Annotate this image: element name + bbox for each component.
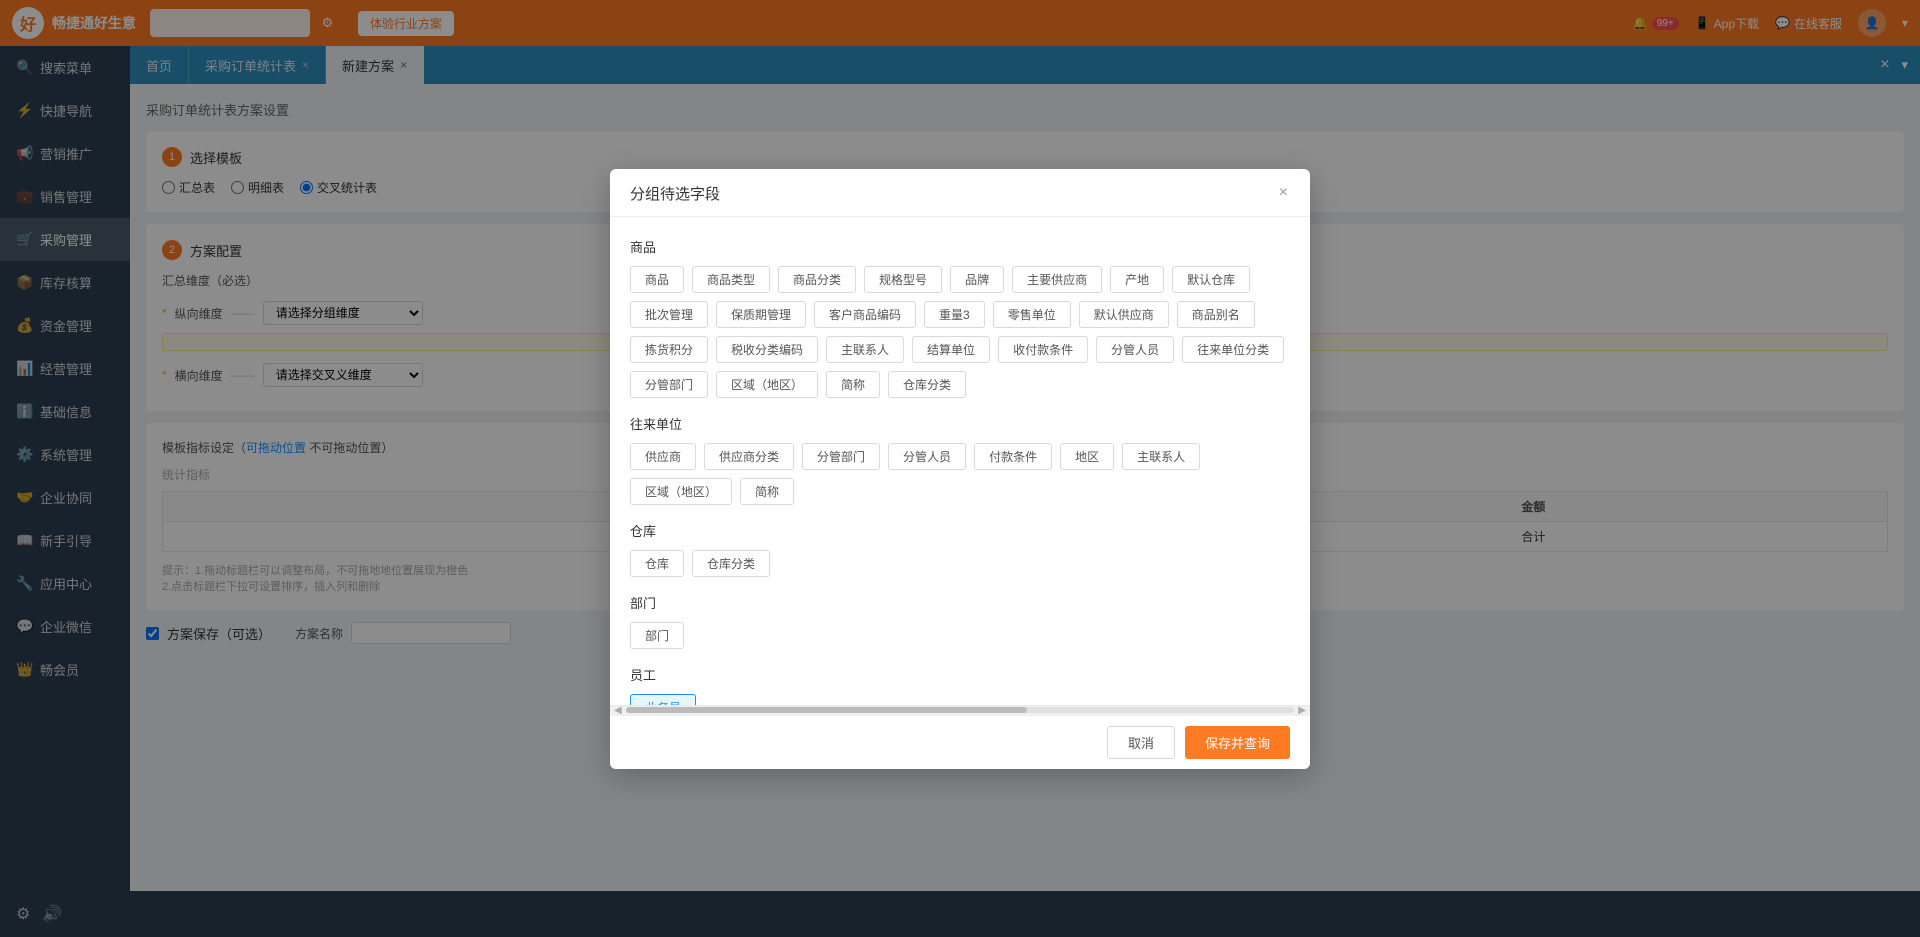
field-tag[interactable]: 保质期管理 (716, 301, 806, 328)
field-tag[interactable]: 简称 (740, 478, 794, 505)
dialog-confirm-button[interactable]: 保存并查询 (1185, 726, 1290, 759)
field-tag[interactable]: 付款条件 (974, 443, 1052, 470)
field-tag[interactable]: 默认仓库 (1172, 266, 1250, 293)
field-tag[interactable]: 结算单位 (912, 336, 990, 363)
field-tag[interactable]: 商品 (630, 266, 684, 293)
field-tag[interactable]: 收付款条件 (998, 336, 1088, 363)
field-tag[interactable]: 仓库分类 (692, 550, 770, 577)
field-tag[interactable]: 分管部门 (630, 371, 708, 398)
field-tags-partner: 供应商 供应商分类 分管部门 分管人员 付款条件 地区 主联系人 区域（地区） … (630, 443, 1290, 505)
field-tag[interactable]: 部门 (630, 622, 684, 649)
field-tag[interactable]: 主联系人 (826, 336, 904, 363)
dialog-footer: 取消 保存并查询 (610, 715, 1310, 769)
dialog-body: 商品 商品 商品类型 商品分类 规格型号 品牌 主要供应商 产地 默认仓库 批次… (610, 217, 1310, 705)
field-tag[interactable]: 分管人员 (1096, 336, 1174, 363)
section-title-partner: 往来单位 (630, 414, 1290, 433)
field-tag[interactable]: 简称 (826, 371, 880, 398)
field-tag[interactable]: 零售单位 (993, 301, 1071, 328)
field-tag[interactable]: 批次管理 (630, 301, 708, 328)
field-tag[interactable]: 商品类型 (692, 266, 770, 293)
field-tag[interactable]: 仓库 (630, 550, 684, 577)
field-tags-employee: 业务员 (630, 694, 1290, 705)
field-tag[interactable]: 区域（地区） (630, 478, 732, 505)
dialog-title: 分组待选字段 (630, 183, 720, 204)
field-tag[interactable]: 仓库分类 (888, 371, 966, 398)
field-tag[interactable]: 拣货积分 (630, 336, 708, 363)
field-tag[interactable]: 商品分类 (778, 266, 856, 293)
scroll-thumb (626, 707, 1027, 713)
field-tag[interactable]: 商品别名 (1177, 301, 1255, 328)
field-tag[interactable]: 分管部门 (802, 443, 880, 470)
section-title-employee: 员工 (630, 665, 1290, 684)
field-tag[interactable]: 主要供应商 (1012, 266, 1102, 293)
dialog-overlay: 分组待选字段 × 商品 商品 商品类型 商品分类 规格型号 品牌 主要供应商 产… (0, 0, 1920, 937)
field-selection-dialog: 分组待选字段 × 商品 商品 商品类型 商品分类 规格型号 品牌 主要供应商 产… (610, 169, 1310, 769)
field-tags-goods: 商品 商品类型 商品分类 规格型号 品牌 主要供应商 产地 默认仓库 批次管理 … (630, 266, 1290, 398)
dialog-header: 分组待选字段 × (610, 169, 1310, 217)
field-tag[interactable]: 供应商 (630, 443, 696, 470)
dialog-horizontal-scrollbar[interactable]: ◀ ▶ (610, 705, 1310, 715)
field-tag[interactable]: 分管人员 (888, 443, 966, 470)
section-title-warehouse: 仓库 (630, 521, 1290, 540)
field-tag-salesperson[interactable]: 业务员 (630, 694, 696, 705)
dialog-cancel-button[interactable]: 取消 (1107, 726, 1175, 759)
field-tag[interactable]: 规格型号 (864, 266, 942, 293)
field-tag[interactable]: 地区 (1060, 443, 1114, 470)
field-tag[interactable]: 税收分类编码 (716, 336, 818, 363)
field-tags-dept: 部门 (630, 622, 1290, 649)
field-tags-warehouse: 仓库 仓库分类 (630, 550, 1290, 577)
section-title-dept: 部门 (630, 593, 1290, 612)
scroll-track (626, 707, 1295, 713)
field-tag[interactable]: 区域（地区） (716, 371, 818, 398)
section-title-goods: 商品 (630, 237, 1290, 256)
field-tag[interactable]: 往来单位分类 (1182, 336, 1284, 363)
field-tag[interactable]: 产地 (1110, 266, 1164, 293)
field-tag[interactable]: 品牌 (950, 266, 1004, 293)
field-tag[interactable]: 默认供应商 (1079, 301, 1169, 328)
field-tag[interactable]: 主联系人 (1122, 443, 1200, 470)
field-tag[interactable]: 重量3 (924, 301, 985, 328)
dialog-close-button[interactable]: × (1277, 183, 1290, 203)
field-tag[interactable]: 客户商品编码 (814, 301, 916, 328)
field-tag[interactable]: 供应商分类 (704, 443, 794, 470)
